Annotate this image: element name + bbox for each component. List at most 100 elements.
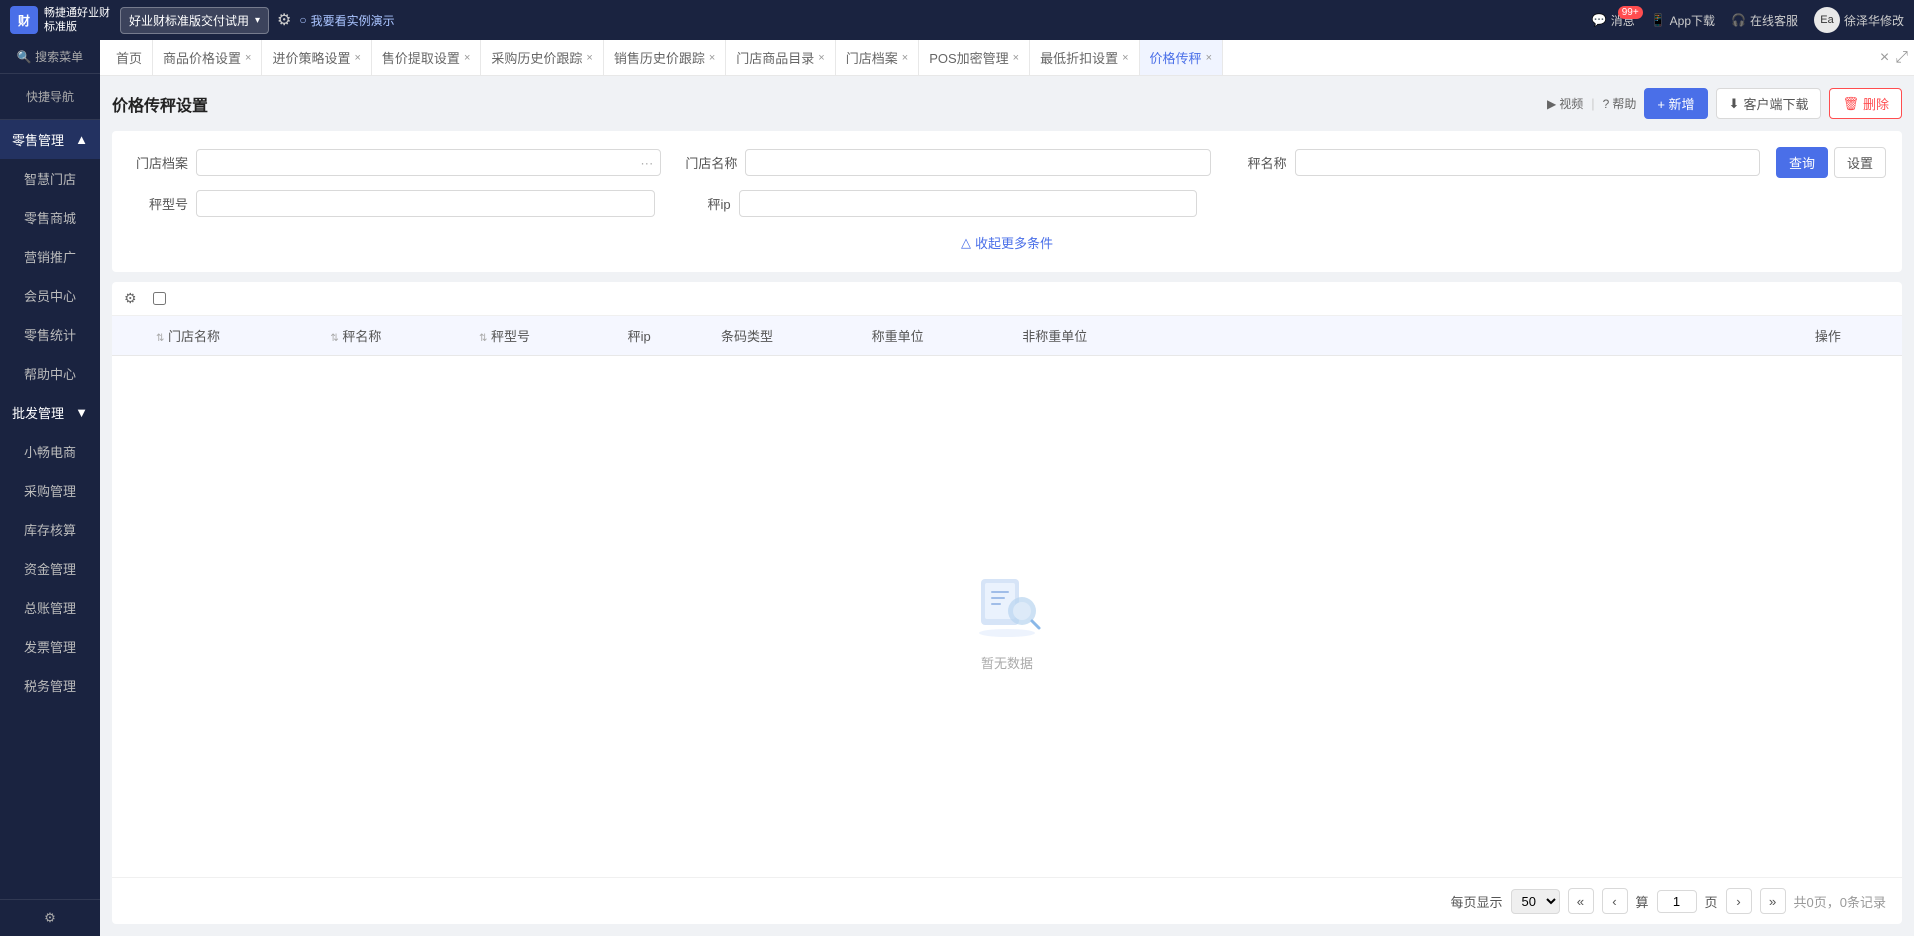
tab-maximize-icon[interactable]: ⤢ [1895, 49, 1908, 67]
per-page-select[interactable]: 50 [1511, 889, 1560, 914]
store-file-dots-icon[interactable]: ··· [640, 155, 653, 170]
divider: | [1591, 96, 1594, 111]
th-weight-unit: 称重单位 [860, 316, 1011, 356]
form-row-1: 门店档案 ··· 门店名称 秤名称 [128, 147, 1886, 178]
sidebar-search[interactable]: 🔍 搜索菜单 [0, 40, 100, 74]
help-link[interactable]: ? 帮助 [1603, 95, 1637, 112]
sidebar-item-ledger[interactable]: 总账管理 [0, 588, 100, 627]
scale-model-label: 秤型号 [128, 194, 188, 213]
tab-purchase-strategy-close[interactable]: × [354, 52, 360, 64]
app-logo: 财 畅捷通好业财标准版 [10, 6, 110, 35]
sidebar-item-purchase[interactable]: 采购管理 [0, 471, 100, 510]
search-form: 门店档案 ··· 门店名称 秤名称 [112, 131, 1902, 272]
store-name-input[interactable] [745, 149, 1210, 176]
topbar-settings-icon[interactable]: ⚙ [277, 10, 291, 30]
tab-store-file[interactable]: 门店档案 × [836, 40, 919, 76]
form-row-2: 秤型号 秤ip [128, 190, 1886, 217]
message-icon: 💬 [1592, 13, 1607, 27]
sidebar-group-wholesale[interactable]: 批发管理 ▼ [0, 393, 100, 432]
query-button[interactable]: 查询 [1776, 147, 1828, 178]
add-button[interactable]: + 新增 [1644, 88, 1707, 119]
sidebar-item-invoice[interactable]: 发票管理 [0, 627, 100, 666]
sidebar-quick-nav[interactable]: 快捷导航 [0, 74, 100, 120]
user-item[interactable]: Ea 徐泽华修改 [1814, 7, 1904, 33]
th-barcode-type: 条码类型 [709, 316, 860, 356]
page-input[interactable] [1657, 890, 1697, 913]
tab-price-settings[interactable]: 商品价格设置 × [153, 40, 262, 76]
select-all-checkbox[interactable] [153, 292, 166, 305]
collapse-button[interactable]: △ 收起更多条件 [961, 229, 1053, 256]
sidebar-item-smart-store[interactable]: 智慧门店 [0, 159, 100, 198]
sort-icon[interactable]: ⇅ [156, 333, 164, 344]
scale-ip-input[interactable] [739, 190, 1198, 217]
scale-model-input[interactable] [196, 190, 655, 217]
help-label: 帮助 [1612, 95, 1636, 112]
th-scale-name: ⇅ 秤名称 [318, 316, 467, 356]
sidebar-settings-icon[interactable]: ⚙ [0, 899, 100, 936]
tab-home[interactable]: 首页 [106, 40, 153, 76]
tab-store-catalog[interactable]: 门店商品目录 × [726, 40, 835, 76]
sidebar-item-tax[interactable]: 税务管理 [0, 666, 100, 705]
online-service-item[interactable]: 🎧 在线客服 [1731, 12, 1798, 29]
tab-purchase-history-label: 采购历史价跟踪 [491, 48, 582, 67]
topbar: 财 畅捷通好业财标准版 好业财标准版交付试用 ▾ ⚙ ○ 我要看实例演示 💬 消… [0, 0, 1914, 40]
tab-sale-history[interactable]: 销售历史价跟踪 × [604, 40, 726, 76]
th-scale-ip: 秤ip [616, 316, 709, 356]
sidebar-item-retail-stats[interactable]: 零售统计 [0, 315, 100, 354]
sidebar-item-help[interactable]: 帮助中心 [0, 354, 100, 393]
sidebar-item-member[interactable]: 会员中心 [0, 276, 100, 315]
sidebar-item-ecommerce[interactable]: 小畅电商 [0, 432, 100, 471]
video-link[interactable]: ▶ 视频 [1547, 95, 1583, 112]
sidebar-group-retail[interactable]: 零售管理 ▲ [0, 120, 100, 159]
tab-store-file-close[interactable]: × [902, 52, 908, 64]
tab-pos-close[interactable]: × [1013, 52, 1019, 64]
sidebar-item-fund[interactable]: 资金管理 [0, 549, 100, 588]
tab-purchase-history[interactable]: 采购历史价跟踪 × [481, 40, 603, 76]
first-page-button[interactable]: « [1568, 888, 1594, 914]
page-actions: ▶ 视频 | ? 帮助 + 新增 ⬇ 客户端下载 [1547, 88, 1902, 119]
tabbar: 首页 商品价格设置 × 进价策略设置 × 售价提取设置 × 采购历史价跟踪 × … [100, 40, 1914, 76]
version-dropdown[interactable]: 好业财标准版交付试用 ▾ [120, 7, 269, 34]
quick-nav-item[interactable]: 快捷导航 [0, 80, 100, 113]
tab-pos[interactable]: POS加密管理 × [919, 40, 1030, 76]
store-file-input[interactable] [196, 149, 661, 176]
demo-circle-icon: ○ [299, 13, 306, 27]
tab-purchase-strategy-label: 进价策略设置 [272, 48, 350, 67]
demo-link[interactable]: ○ 我要看实例演示 [299, 12, 394, 29]
tab-store-catalog-close[interactable]: × [818, 52, 824, 64]
sort-icon-3[interactable]: ⇅ [479, 333, 487, 344]
app-download-label: App下载 [1670, 12, 1715, 29]
tab-price-settings-close[interactable]: × [245, 52, 251, 64]
tab-price-scale[interactable]: 价格传秤 × [1140, 40, 1223, 76]
tab-close-all-icon[interactable]: × [1880, 49, 1889, 67]
sidebar-item-marketing[interactable]: 营销推广 [0, 237, 100, 276]
sidebar-item-retail-mall[interactable]: 零售商城 [0, 198, 100, 237]
next-page-button[interactable]: › [1726, 888, 1752, 914]
tab-purchase-history-close[interactable]: × [586, 52, 592, 64]
tab-purchase-strategy[interactable]: 进价策略设置 × [262, 40, 371, 76]
tab-sale-price[interactable]: 售价提取设置 × [372, 40, 481, 76]
tab-sale-price-close[interactable]: × [464, 52, 470, 64]
form-item-scale-ip: 秤ip [671, 190, 1198, 217]
message-item[interactable]: 💬 消息 99+ [1592, 12, 1635, 29]
table-toolbar: ⚙ [112, 282, 1902, 316]
store-file-input-wrapper: ··· [196, 149, 661, 176]
prev-page-button[interactable]: ‹ [1602, 888, 1628, 914]
tab-price-scale-label: 价格传秤 [1150, 48, 1202, 67]
scale-name-input[interactable] [1295, 149, 1760, 176]
app-download-item[interactable]: 📱 App下载 [1651, 12, 1715, 29]
table-settings-icon[interactable]: ⚙ [124, 290, 137, 307]
tab-price-scale-close[interactable]: × [1206, 52, 1212, 64]
sort-icon-2[interactable]: ⇅ [330, 333, 338, 344]
last-page-button[interactable]: » [1760, 888, 1786, 914]
tab-min-discount[interactable]: 最低折扣设置 × [1030, 40, 1139, 76]
headset-icon: 🎧 [1731, 13, 1746, 27]
tab-sale-history-close[interactable]: × [709, 52, 715, 64]
content-area: 首页 商品价格设置 × 进价策略设置 × 售价提取设置 × 采购历史价跟踪 × … [100, 40, 1914, 936]
tab-min-discount-close[interactable]: × [1122, 52, 1128, 64]
sidebar-item-inventory[interactable]: 库存核算 [0, 510, 100, 549]
delete-button[interactable]: 🗑 删除 [1829, 88, 1902, 119]
settings-btn[interactable]: 设置 [1834, 147, 1886, 178]
download-button[interactable]: ⬇ 客户端下载 [1716, 88, 1822, 119]
help-icon: ? [1603, 97, 1610, 111]
